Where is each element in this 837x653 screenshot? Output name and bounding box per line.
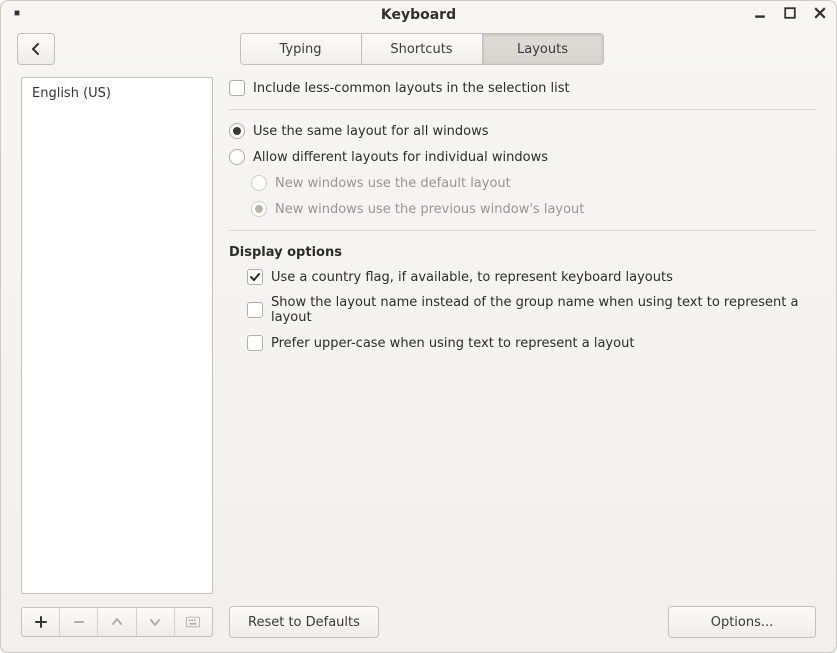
layout-list-panel: English (US) bbox=[21, 77, 213, 594]
label-new-default: New windows use the default layout bbox=[275, 176, 511, 191]
radio-new-default bbox=[251, 175, 267, 191]
checkbox-show-layout-name[interactable] bbox=[247, 302, 263, 318]
label-diff-layout-individual: Allow different layouts for individual w… bbox=[253, 150, 548, 165]
option-same-layout-all[interactable]: Use the same layout for all windows bbox=[229, 120, 816, 142]
move-layout-down-button[interactable] bbox=[137, 608, 175, 636]
maximize-button[interactable] bbox=[784, 7, 796, 19]
window-title: Keyboard bbox=[381, 7, 456, 23]
tab-layouts-label: Layouts bbox=[517, 42, 568, 57]
reset-to-defaults-label: Reset to Defaults bbox=[248, 615, 360, 630]
tab-typing-label: Typing bbox=[280, 42, 322, 57]
option-prefer-upper[interactable]: Prefer upper-case when using text to rep… bbox=[229, 332, 816, 354]
label-include-less-common: Include less-common layouts in the selec… bbox=[253, 81, 570, 96]
bottom-bar: Reset to Defaults Options... bbox=[21, 606, 816, 638]
label-new-previous: New windows use the previous window's la… bbox=[275, 202, 584, 217]
layout-list-item-label: English (US) bbox=[32, 86, 111, 101]
separator bbox=[229, 109, 816, 110]
option-diff-layout-individual[interactable]: Allow different layouts for individual w… bbox=[229, 146, 816, 168]
option-use-flag[interactable]: Use a country flag, if available, to rep… bbox=[229, 266, 816, 288]
reset-to-defaults-button[interactable]: Reset to Defaults bbox=[229, 606, 379, 638]
label-use-flag: Use a country flag, if available, to rep… bbox=[271, 270, 673, 285]
display-options-heading: Display options bbox=[229, 241, 816, 262]
tab-layouts[interactable]: Layouts bbox=[483, 34, 603, 64]
radio-new-previous bbox=[251, 201, 267, 217]
options-button-label: Options... bbox=[711, 615, 774, 630]
tab-typing[interactable]: Typing bbox=[241, 34, 362, 64]
label-prefer-upper: Prefer upper-case when using text to rep… bbox=[271, 336, 634, 351]
minimize-button[interactable] bbox=[754, 7, 766, 19]
back-button[interactable] bbox=[17, 33, 55, 65]
add-layout-button[interactable] bbox=[22, 608, 60, 636]
tab-shortcuts-label: Shortcuts bbox=[390, 42, 452, 57]
options-button[interactable]: Options... bbox=[668, 606, 816, 638]
tab-shortcuts[interactable]: Shortcuts bbox=[362, 34, 483, 64]
close-button[interactable] bbox=[814, 7, 826, 19]
checkbox-use-flag[interactable] bbox=[247, 269, 263, 285]
option-new-previous: New windows use the previous window's la… bbox=[229, 198, 816, 220]
layout-list[interactable]: English (US) bbox=[21, 77, 213, 594]
show-layout-button[interactable] bbox=[175, 608, 212, 636]
settings-content: Include less-common layouts in the selec… bbox=[229, 77, 816, 594]
layout-list-toolbar bbox=[21, 607, 213, 637]
titlebar: Keyboard bbox=[1, 1, 836, 29]
separator bbox=[229, 230, 816, 231]
checkbox-prefer-upper[interactable] bbox=[247, 335, 263, 351]
option-show-layout-name[interactable]: Show the layout name instead of the grou… bbox=[229, 292, 816, 328]
checkbox-include-less-common[interactable] bbox=[229, 80, 245, 96]
label-same-layout-all: Use the same layout for all windows bbox=[253, 124, 489, 139]
window-menu-icon[interactable] bbox=[11, 7, 23, 19]
header-row: Typing Shortcuts Layouts bbox=[1, 29, 836, 77]
remove-layout-button[interactable] bbox=[60, 608, 98, 636]
option-new-default: New windows use the default layout bbox=[229, 172, 816, 194]
keyboard-icon bbox=[186, 615, 200, 629]
tab-bar: Typing Shortcuts Layouts bbox=[240, 33, 604, 65]
radio-same-layout-all[interactable] bbox=[229, 123, 245, 139]
layout-list-item[interactable]: English (US) bbox=[30, 84, 204, 103]
radio-diff-layout-individual[interactable] bbox=[229, 149, 245, 165]
body: English (US) Include less-common layouts… bbox=[1, 77, 836, 606]
keyboard-settings-window: Keyboard Typing Shortcuts Layouts bbox=[0, 0, 837, 653]
label-show-layout-name: Show the layout name instead of the grou… bbox=[271, 295, 816, 325]
move-layout-up-button[interactable] bbox=[98, 608, 136, 636]
option-include-less-common[interactable]: Include less-common layouts in the selec… bbox=[229, 77, 816, 99]
